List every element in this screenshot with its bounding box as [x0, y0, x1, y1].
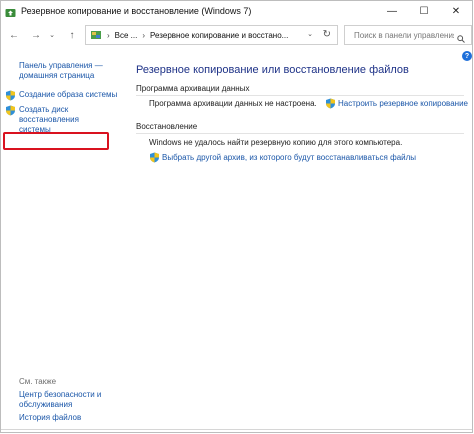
security-center-line1: Центр безопасности и [19, 390, 102, 399]
home-link-line2: домашняя страница [19, 71, 95, 80]
create-recovery-disk-link[interactable]: Создать диск восстановления системы [5, 105, 121, 135]
address-dropdown-icon[interactable]: ⌄ [307, 30, 313, 38]
uac-shield-icon [5, 90, 16, 101]
breadcrumb-separator: › [107, 30, 110, 40]
app-window: Резервное копирование и восстановление (… [0, 0, 473, 433]
divider [136, 133, 464, 134]
forward-button[interactable]: → [29, 27, 43, 43]
search-box[interactable] [344, 25, 472, 45]
uac-shield-icon [149, 152, 160, 163]
up-button[interactable]: ↑ [65, 27, 79, 43]
navigation-bar: ← → ⌄ ↑ › Все ... › Резервное копировани… [1, 23, 472, 47]
backup-status-text: Программа архивации данных не настроена. [149, 99, 317, 108]
page-title: Резервное копирование или восстановление… [136, 64, 409, 76]
uac-shield-icon [325, 98, 336, 109]
minimize-button[interactable]: — [376, 1, 408, 21]
see-also-heading: См. также [19, 377, 57, 386]
title-bar: Резервное копирование и восстановление (… [1, 1, 472, 21]
breadcrumb-all-items[interactable]: Все ... [115, 31, 138, 40]
restore-section-heading: Восстановление [136, 122, 198, 131]
backup-section-heading: Программа архивации данных [136, 84, 250, 93]
security-center-link[interactable]: Центр безопасности и обслуживания [19, 390, 101, 410]
bottom-border [1, 429, 472, 430]
main-content: Резервное копирование или восстановление… [136, 49, 472, 432]
select-another-backup-label: Выбрать другой архив, из которого будут … [162, 153, 417, 162]
select-another-backup-link[interactable]: Выбрать другой архив, из которого будут … [149, 152, 416, 163]
close-button[interactable]: ✕ [440, 1, 472, 21]
breadcrumb-separator: › [142, 30, 146, 40]
security-center-line2: обслуживания [19, 400, 73, 409]
breadcrumb-backup[interactable]: Резервное копирование и восстано... [150, 31, 288, 40]
set-up-backup-label: Настроить резервное копирование [338, 99, 468, 108]
create-system-image-link[interactable]: Создание образа системы [5, 90, 117, 101]
create-system-image-label: Создание образа системы [19, 90, 118, 99]
backup-app-icon [5, 6, 16, 17]
home-link-line1: Панель управления — [19, 61, 103, 70]
back-button[interactable]: ← [7, 27, 21, 43]
address-bar[interactable]: › Все ... › Резервное копирование и восс… [85, 25, 338, 45]
sidebar: Панель управления — домашняя страница Со… [1, 49, 121, 432]
control-panel-icon [90, 29, 102, 41]
uac-shield-icon [5, 105, 16, 116]
divider [136, 95, 464, 96]
file-history-link[interactable]: История файлов [19, 413, 81, 423]
recovery-disk-line2: системы [19, 125, 51, 134]
control-panel-home-link[interactable]: Панель управления — домашняя страница [19, 61, 103, 81]
search-icon[interactable] [457, 30, 465, 43]
window-title: Резервное копирование и восстановление (… [21, 6, 252, 16]
set-up-backup-link[interactable]: Настроить резервное копирование [325, 98, 468, 109]
search-input[interactable] [352, 29, 456, 41]
maximize-button[interactable]: ☐ [408, 1, 440, 21]
refresh-icon[interactable]: ↻ [323, 29, 331, 40]
recent-locations-icon[interactable]: ⌄ [45, 27, 59, 43]
restore-status-text: Windows не удалось найти резервную копию… [149, 138, 403, 147]
recovery-disk-line1: Создать диск восстановления [19, 105, 79, 124]
